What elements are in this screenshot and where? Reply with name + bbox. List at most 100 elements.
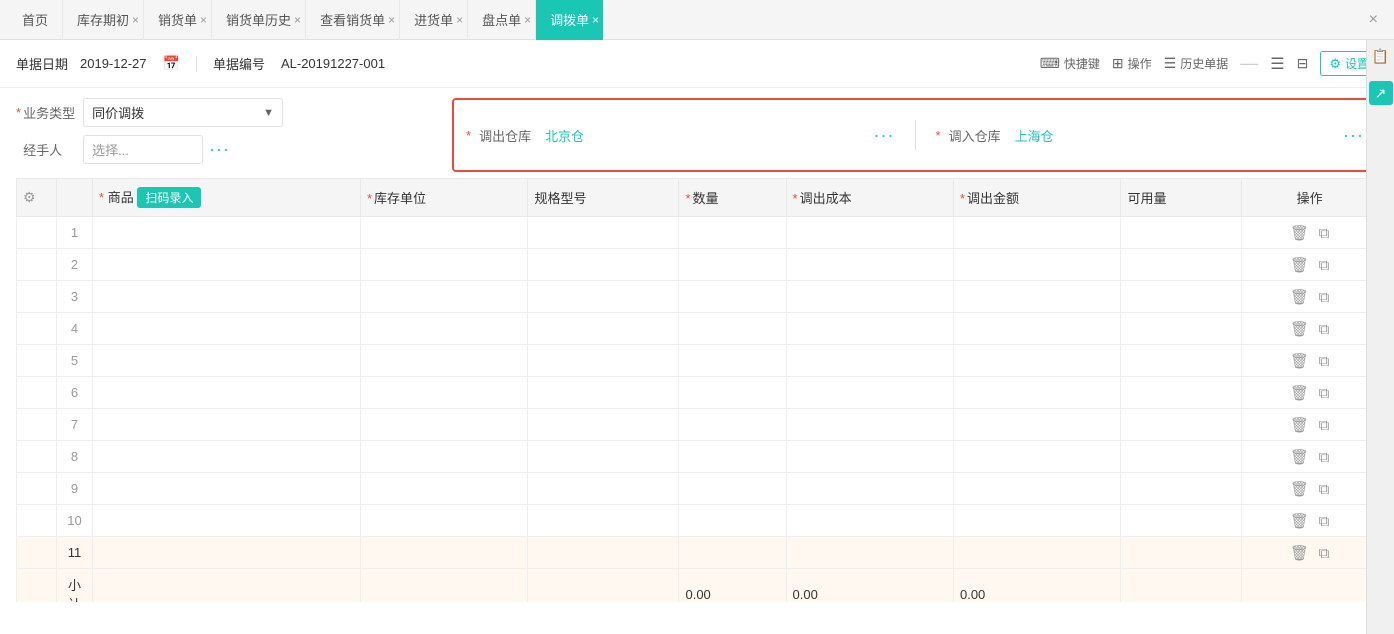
td-product-10[interactable] [93,505,361,537]
td-product-9[interactable] [93,473,361,505]
copy-row-5-icon[interactable]: ⧉ [1319,353,1330,370]
td-spec-8[interactable] [528,441,679,473]
tab-home[interactable]: 首页 [8,0,63,40]
td-quantity-7[interactable] [679,409,786,441]
handler-input[interactable]: 选择... [83,135,203,164]
td-amount-8[interactable] [953,441,1120,473]
td-available-7[interactable] [1121,409,1242,441]
td-cost-4[interactable] [786,313,953,345]
td-quantity-3[interactable] [679,281,786,313]
td-unit-10[interactable] [360,505,527,537]
close-sales-order-tab[interactable]: × [200,13,207,27]
in-warehouse-more-button[interactable]: ··· [1343,125,1364,146]
shortcuts-button[interactable]: ⌨ 快捷键 [1040,55,1100,72]
window-close-button[interactable]: × [1361,11,1386,29]
td-unit-8[interactable] [360,441,527,473]
td-cost-10[interactable] [786,505,953,537]
td-amount-11[interactable] [953,537,1120,569]
td-unit-3[interactable] [360,281,527,313]
tab-purchase-order[interactable]: 进货单 × [400,0,468,40]
copy-row-8-icon[interactable]: ⧉ [1319,449,1330,466]
td-unit-9[interactable] [360,473,527,505]
td-amount-1[interactable] [953,217,1120,249]
tab-view-sales[interactable]: 查看销货单 × [306,0,400,40]
out-warehouse-more-button[interactable]: ··· [874,125,895,146]
td-product-3[interactable] [93,281,361,313]
delete-row-1-icon[interactable]: 🗑 [1290,225,1309,242]
td-quantity-9[interactable] [679,473,786,505]
td-available-11[interactable] [1121,537,1242,569]
delete-row-8-icon[interactable]: 🗑 [1290,449,1309,466]
td-available-2[interactable] [1121,249,1242,281]
td-unit-4[interactable] [360,313,527,345]
panel-note-icon[interactable]: 📋 [1372,48,1389,65]
delete-row-5-icon[interactable]: 🗑 [1290,353,1309,370]
td-quantity-1[interactable] [679,217,786,249]
td-available-1[interactable] [1121,217,1242,249]
handler-more-button[interactable]: ··· [209,139,230,160]
td-available-4[interactable] [1121,313,1242,345]
td-cost-9[interactable] [786,473,953,505]
calendar-icon[interactable]: 📅 [163,55,180,72]
close-inventory-check-tab[interactable]: × [524,13,531,27]
td-product-8[interactable] [93,441,361,473]
td-spec-6[interactable] [528,377,679,409]
td-spec-7[interactable] [528,409,679,441]
copy-row-2-icon[interactable]: ⧉ [1319,257,1330,274]
list-view-button[interactable]: ☰ [1270,54,1284,74]
delete-row-9-icon[interactable]: 🗑 [1290,481,1309,498]
copy-row-9-icon[interactable]: ⧉ [1319,481,1330,498]
td-quantity-6[interactable] [679,377,786,409]
td-amount-7[interactable] [953,409,1120,441]
copy-row-3-icon[interactable]: ⧉ [1319,289,1330,306]
close-transfer-order-tab[interactable]: × [592,13,599,27]
td-amount-9[interactable] [953,473,1120,505]
td-cost-3[interactable] [786,281,953,313]
close-sales-history-tab[interactable]: × [294,13,301,27]
td-quantity-5[interactable] [679,345,786,377]
td-amount-10[interactable] [953,505,1120,537]
td-product-5[interactable] [93,345,361,377]
td-amount-3[interactable] [953,281,1120,313]
td-unit-6[interactable] [360,377,527,409]
td-unit-5[interactable] [360,345,527,377]
td-spec-4[interactable] [528,313,679,345]
td-cost-11[interactable] [786,537,953,569]
td-spec-9[interactable] [528,473,679,505]
td-spec-11[interactable] [528,537,679,569]
copy-row-1-icon[interactable]: ⧉ [1319,225,1330,242]
td-unit-7[interactable] [360,409,527,441]
td-product-4[interactable] [93,313,361,345]
history-button[interactable]: ☰ 历史单据 [1164,55,1229,72]
td-amount-2[interactable] [953,249,1120,281]
td-cost-2[interactable] [786,249,953,281]
panel-export-icon[interactable]: ↗ [1369,81,1393,105]
tab-inventory-check[interactable]: 盘点单 × [468,0,536,40]
td-quantity-2[interactable] [679,249,786,281]
td-product-7[interactable] [93,409,361,441]
td-spec-3[interactable] [528,281,679,313]
copy-row-10-icon[interactable]: ⧉ [1319,513,1330,530]
td-amount-4[interactable] [953,313,1120,345]
td-available-10[interactable] [1121,505,1242,537]
td-product-11[interactable] [93,537,361,569]
td-available-5[interactable] [1121,345,1242,377]
copy-row-11-icon[interactable]: ⧉ [1319,545,1330,562]
td-quantity-10[interactable] [679,505,786,537]
business-type-select[interactable]: 同价调拨 ▼ [83,98,283,127]
td-unit-11[interactable] [360,537,527,569]
td-spec-2[interactable] [528,249,679,281]
td-cost-5[interactable] [786,345,953,377]
td-cost-7[interactable] [786,409,953,441]
close-view-sales-tab[interactable]: × [388,13,395,27]
td-amount-5[interactable] [953,345,1120,377]
grid-view-button[interactable]: ⊟ [1297,55,1309,72]
delete-row-7-icon[interactable]: 🗑 [1290,417,1309,434]
delete-row-2-icon[interactable]: 🗑 [1290,257,1309,274]
td-cost-6[interactable] [786,377,953,409]
tab-transfer-order[interactable]: 调拨单 × [536,0,604,40]
scan-button[interactable]: 扫码录入 [137,187,201,208]
td-amount-6[interactable] [953,377,1120,409]
td-spec-5[interactable] [528,345,679,377]
delete-row-4-icon[interactable]: 🗑 [1290,321,1309,338]
